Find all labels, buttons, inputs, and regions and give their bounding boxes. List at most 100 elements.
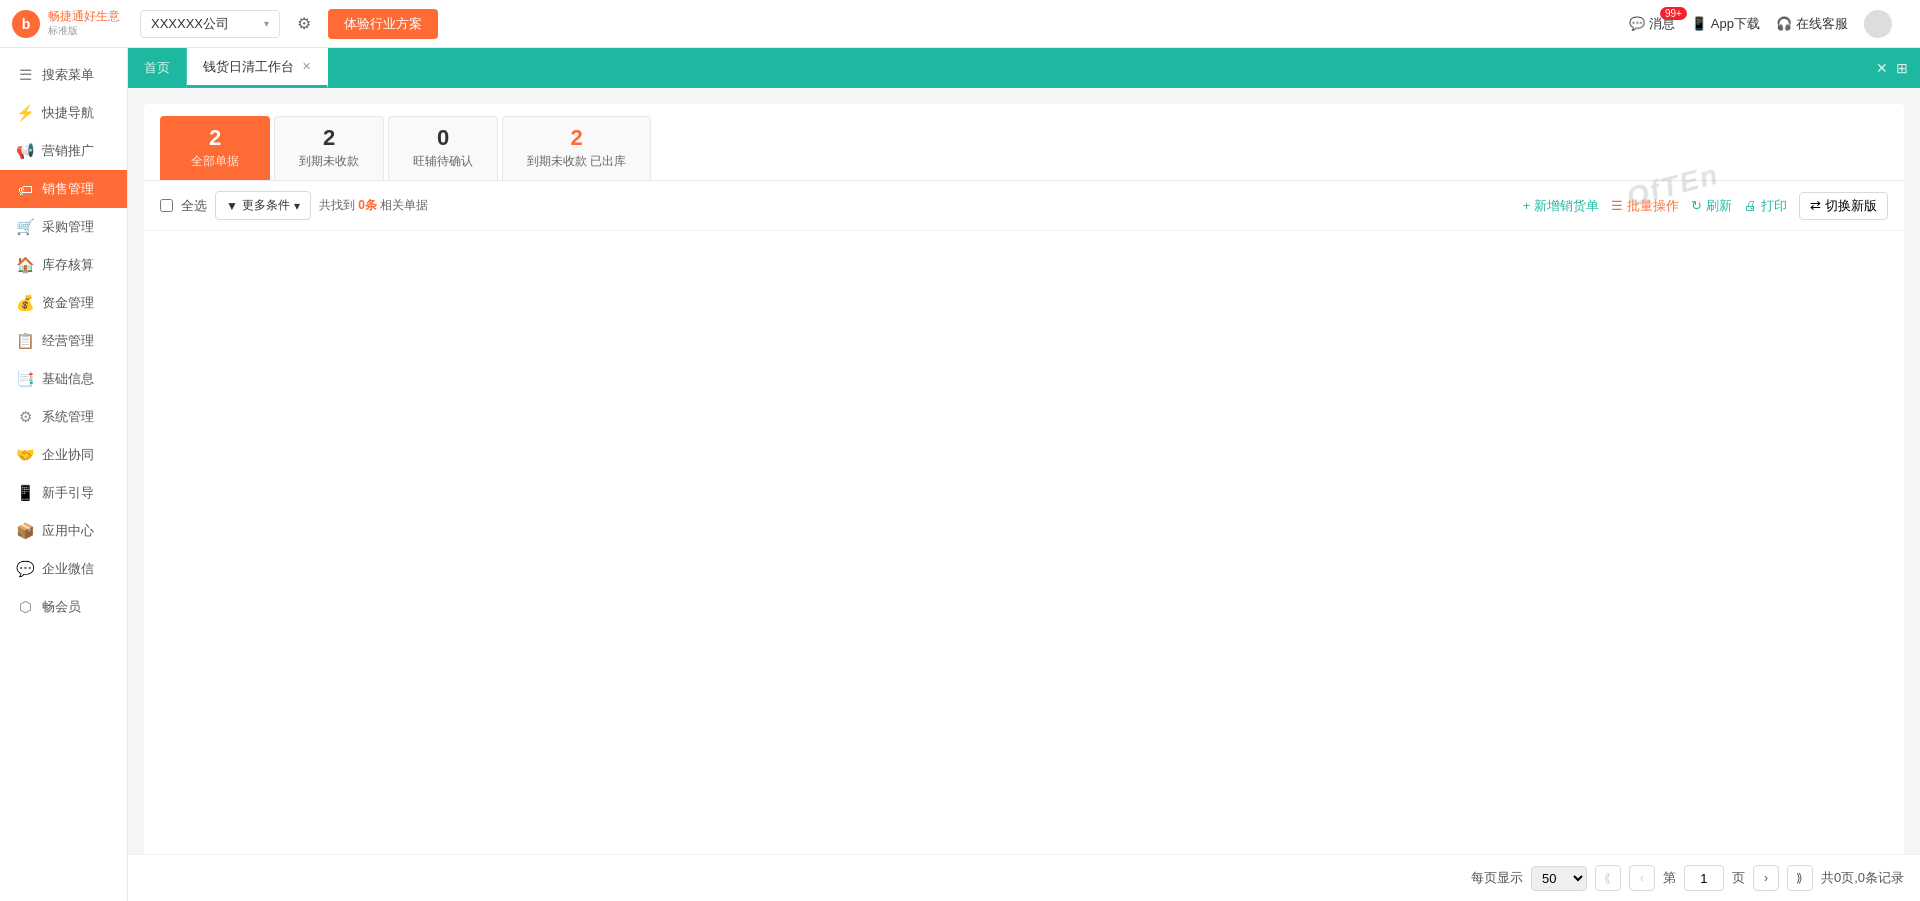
app-download-button[interactable]: 📱 App下载 xyxy=(1691,15,1760,33)
total-text: 共0页,0条记录 xyxy=(1821,869,1904,887)
sidebar-item-purchase[interactable]: 🛒 采购管理 xyxy=(0,208,127,246)
filter-chevron-icon: ▾ xyxy=(294,199,300,213)
header-right: 💬 消息 99+ 📱 App下载 🎧 在线客服 xyxy=(1629,10,1908,38)
print-label: 打印 xyxy=(1761,197,1787,215)
sidebar-label-quick: 快捷导航 xyxy=(42,104,94,122)
batch-operation-button[interactable]: ☰ 批量操作 xyxy=(1611,197,1679,215)
messages-button[interactable]: 💬 消息 99+ xyxy=(1629,15,1675,33)
chevron-down-icon: ▾ xyxy=(264,18,269,29)
refresh-icon: ↻ xyxy=(1691,198,1702,213)
tab-close-icon[interactable]: ✕ xyxy=(1876,60,1888,76)
sidebar-item-inventory[interactable]: 🏠 库存核算 xyxy=(0,246,127,284)
logo-text: 畅捷通好生意 xyxy=(48,9,120,25)
company-selector[interactable]: XXXXXX公司 ▾ xyxy=(140,10,280,38)
tab-home-label: 首页 xyxy=(144,59,170,77)
sidebar-item-sales[interactable]: 🏷 销售管理 xyxy=(0,170,127,208)
stat-num-all: 2 xyxy=(185,125,245,151)
stat-tab-overdue[interactable]: 2 到期未收款 xyxy=(274,116,384,180)
online-service-button[interactable]: 🎧 在线客服 xyxy=(1776,15,1848,33)
stat-num-pending: 0 xyxy=(413,125,473,151)
avatar[interactable] xyxy=(1864,10,1892,38)
online-service-label: 在线客服 xyxy=(1796,15,1848,33)
toolbar-right: + 新增销货单 ☰ 批量操作 ↻ 刷新 🖨 打印 ⇄ 切换新版 xyxy=(1523,192,1888,220)
finance-icon: 💰 xyxy=(16,294,34,312)
page-label-current: 第 xyxy=(1663,869,1676,887)
sidebar-item-operations[interactable]: 📋 经营管理 xyxy=(0,322,127,360)
top-header: b 畅捷通好生意 标准版 XXXXXX公司 ▾ ⚙ 体验行业方案 💬 消息 99… xyxy=(0,0,1920,48)
trial-button[interactable]: 体验行业方案 xyxy=(328,9,438,39)
sidebar-item-quick-nav[interactable]: ⚡ 快捷导航 xyxy=(0,94,127,132)
more-filter-button[interactable]: ▼ 更多条件 ▾ xyxy=(215,191,311,220)
tab-bar: 首页 钱货日清工作台 ✕ ✕ ⊞ xyxy=(128,48,1920,88)
tab-close-icon[interactable]: ✕ xyxy=(302,60,311,73)
sidebar-item-guide[interactable]: 📱 新手引导 xyxy=(0,474,127,512)
page-number-input[interactable] xyxy=(1684,865,1724,891)
sidebar-label-marketing: 营销推广 xyxy=(42,142,94,160)
page-label-unit: 页 xyxy=(1732,869,1745,887)
stat-label-shipped: 到期未收款 已出库 xyxy=(527,153,626,170)
tab-workbench[interactable]: 钱货日清工作台 ✕ xyxy=(187,48,328,88)
page-first-button[interactable]: ⟪ xyxy=(1595,865,1621,891)
select-all-checkbox[interactable] xyxy=(160,199,173,212)
sidebar: ☰ 搜索菜单 ⚡ 快捷导航 📢 营销推广 🏷 销售管理 🛒 采购管理 🏠 库存核… xyxy=(0,0,128,901)
main-content: 2 全部单据 2 到期未收款 0 旺辅待确认 2 到期未收款 已出库 全选 xyxy=(128,88,1920,901)
page-prev-button[interactable]: ‹ xyxy=(1629,865,1655,891)
stat-tab-shipped[interactable]: 2 到期未收款 已出库 xyxy=(502,116,651,180)
logo-badge: 标准版 xyxy=(48,24,120,38)
sidebar-label-system: 系统管理 xyxy=(42,408,94,426)
stat-tab-pending[interactable]: 0 旺辅待确认 xyxy=(388,116,498,180)
stat-tab-all[interactable]: 2 全部单据 xyxy=(160,116,270,180)
operations-icon: 📋 xyxy=(16,332,34,350)
phone-icon: 📱 xyxy=(1691,16,1707,31)
add-sale-order-button[interactable]: + 新增销货单 xyxy=(1523,197,1599,215)
more-filter-label: 更多条件 xyxy=(242,197,290,214)
company-name: XXXXXX公司 xyxy=(151,15,229,33)
sidebar-item-system[interactable]: ⚙ 系统管理 xyxy=(0,398,127,436)
sidebar-label-member: 畅会员 xyxy=(42,598,81,616)
page-next-button[interactable]: › xyxy=(1753,865,1779,891)
print-button[interactable]: 🖨 打印 xyxy=(1744,197,1787,215)
stat-label-overdue: 到期未收款 xyxy=(299,153,359,170)
sidebar-item-marketing[interactable]: 📢 营销推广 xyxy=(0,132,127,170)
marketing-icon: 📢 xyxy=(16,142,34,160)
sidebar-item-app-center[interactable]: 📦 应用中心 xyxy=(0,512,127,550)
basic-info-icon: 📑 xyxy=(16,370,34,388)
purchase-icon: 🛒 xyxy=(16,218,34,236)
sidebar-item-enterprise-wechat[interactable]: 💬 企业微信 xyxy=(0,550,127,588)
sidebar-label-app-center: 应用中心 xyxy=(42,522,94,540)
sidebar-item-member[interactable]: ⬡ 畅会员 xyxy=(0,588,127,626)
sidebar-item-basic-info[interactable]: 📑 基础信息 xyxy=(0,360,127,398)
system-icon: ⚙ xyxy=(16,408,34,426)
messages-badge: 99+ xyxy=(1660,7,1687,20)
stat-tabs: 2 全部单据 2 到期未收款 0 旺辅待确认 2 到期未收款 已出库 xyxy=(144,104,1904,181)
result-suffix: 相关单据 xyxy=(380,198,428,212)
sidebar-item-search-menu[interactable]: ☰ 搜索菜单 xyxy=(0,56,127,94)
tab-workbench-label: 钱货日清工作台 xyxy=(203,58,294,76)
logo-icon: b xyxy=(12,10,40,38)
sidebar-nav: ☰ 搜索菜单 ⚡ 快捷导航 📢 营销推广 🏷 销售管理 🛒 采购管理 🏠 库存核… xyxy=(0,48,127,626)
select-all-label: 全选 xyxy=(181,197,207,215)
sales-icon: 🏷 xyxy=(16,181,34,198)
page-last-button[interactable]: ⟫ xyxy=(1787,865,1813,891)
page-size-label: 每页显示 xyxy=(1471,869,1523,887)
sidebar-item-enterprise[interactable]: 🤝 企业协同 xyxy=(0,436,127,474)
result-text: 共找到 0条 相关单据 xyxy=(319,197,428,214)
page-size-select[interactable]: 50 10 20 100 xyxy=(1531,866,1587,891)
filter-icon: ▼ xyxy=(226,199,238,213)
batch-icon: ☰ xyxy=(1611,198,1623,213)
settings-button[interactable]: ⚙ xyxy=(288,8,320,40)
refresh-button[interactable]: ↻ 刷新 xyxy=(1691,197,1732,215)
sidebar-item-finance[interactable]: 💰 资金管理 xyxy=(0,284,127,322)
app-download-label: App下载 xyxy=(1711,15,1760,33)
member-icon: ⬡ xyxy=(16,598,34,616)
app-center-icon: 📦 xyxy=(16,522,34,540)
stat-num-shipped: 2 xyxy=(527,125,626,151)
headset-icon: 🎧 xyxy=(1776,16,1792,31)
message-icon: 💬 xyxy=(1629,16,1645,31)
inventory-icon: 🏠 xyxy=(16,256,34,274)
tab-expand-icon[interactable]: ⊞ xyxy=(1896,60,1908,76)
sidebar-label-search: 搜索菜单 xyxy=(42,66,94,84)
tab-home[interactable]: 首页 xyxy=(128,48,187,88)
sidebar-label-guide: 新手引导 xyxy=(42,484,94,502)
switch-version-button[interactable]: ⇄ 切换新版 xyxy=(1799,192,1888,220)
